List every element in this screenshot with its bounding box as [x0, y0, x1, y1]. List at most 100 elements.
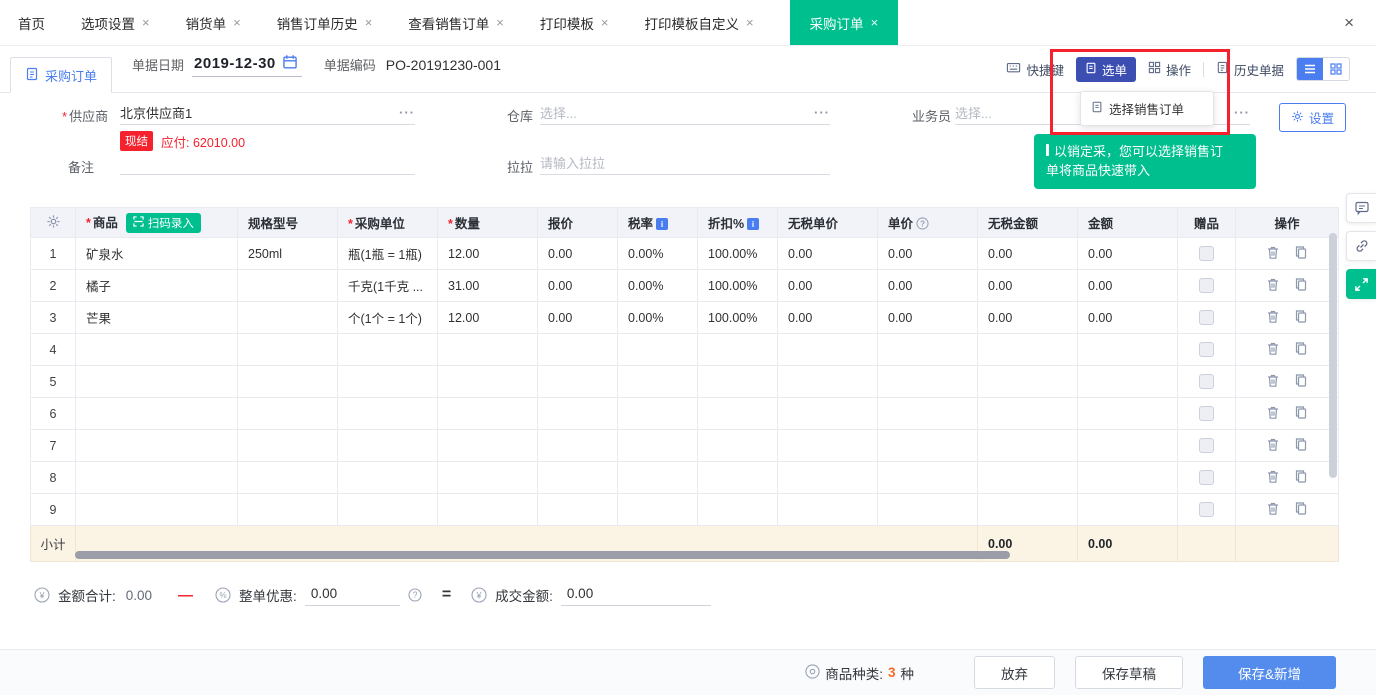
unit-cell[interactable]: [337, 365, 438, 398]
delete-row-icon[interactable]: [1266, 501, 1280, 519]
discount-cell[interactable]: [697, 461, 778, 494]
price-cell[interactable]: 0.00: [877, 237, 978, 270]
order-discount-input[interactable]: 0.00: [304, 584, 400, 606]
delete-row-icon[interactable]: [1266, 469, 1280, 487]
amount-cell[interactable]: 0.00: [1077, 301, 1178, 334]
price-cell[interactable]: [877, 365, 978, 398]
price-cell[interactable]: [877, 493, 978, 526]
price-cell[interactable]: 0.00: [877, 269, 978, 302]
spec-cell[interactable]: [237, 461, 338, 494]
spec-cell[interactable]: [237, 397, 338, 430]
window-tab[interactable]: 销售订单历史 ×: [277, 0, 373, 45]
price-cell[interactable]: [877, 461, 978, 494]
window-tab[interactable]: 销货单 ×: [186, 0, 241, 45]
qty-cell[interactable]: 31.00: [437, 269, 538, 302]
tax-rate-cell[interactable]: [617, 429, 698, 462]
discount-cell[interactable]: 100.00%: [697, 301, 778, 334]
quote-cell[interactable]: [537, 397, 618, 430]
spec-cell[interactable]: [237, 365, 338, 398]
copy-row-icon[interactable]: [1294, 469, 1308, 487]
amount-cell[interactable]: [1077, 397, 1178, 430]
copy-row-icon[interactable]: [1294, 309, 1308, 327]
grid-view-toggle[interactable]: [1323, 58, 1349, 80]
notax-price-cell[interactable]: [777, 493, 878, 526]
notax-amount-cell[interactable]: [977, 365, 1078, 398]
notax-amount-cell[interactable]: [977, 333, 1078, 366]
gift-checkbox[interactable]: [1199, 342, 1214, 358]
unit-cell[interactable]: 千克(1千克 ...: [337, 269, 438, 302]
notax-price-cell[interactable]: [777, 397, 878, 430]
product-cell[interactable]: [75, 461, 238, 494]
horizontal-scrollbar[interactable]: [75, 551, 1010, 559]
gear-icon[interactable]: [46, 214, 61, 232]
qty-cell[interactable]: [437, 429, 538, 462]
spec-cell[interactable]: [237, 301, 338, 334]
gift-checkbox[interactable]: [1199, 502, 1214, 518]
amount-cell[interactable]: [1077, 429, 1178, 462]
tab-close-icon[interactable]: ×: [233, 16, 241, 29]
tax-rate-cell[interactable]: 0.00%: [617, 301, 698, 334]
gift-checkbox[interactable]: [1199, 278, 1214, 294]
product-cell[interactable]: [75, 493, 238, 526]
spec-cell[interactable]: [237, 269, 338, 302]
delete-row-icon[interactable]: [1266, 373, 1280, 391]
gift-checkbox[interactable]: [1199, 470, 1214, 486]
product-cell[interactable]: [75, 429, 238, 462]
qty-cell[interactable]: [437, 397, 538, 430]
settings-button[interactable]: 设置: [1278, 103, 1346, 132]
unit-cell[interactable]: [337, 333, 438, 366]
lala-field[interactable]: 请输入拉拉: [540, 151, 830, 175]
tax-rate-cell[interactable]: [617, 365, 698, 398]
amount-cell[interactable]: [1077, 365, 1178, 398]
price-cell[interactable]: 0.00: [877, 301, 978, 334]
quote-cell[interactable]: 0.00: [537, 237, 618, 270]
discount-edit-icon[interactable]: i: [747, 217, 760, 233]
notax-price-cell[interactable]: [777, 333, 878, 366]
tax-rate-cell[interactable]: [617, 333, 698, 366]
quote-cell[interactable]: [537, 493, 618, 526]
discount-cell[interactable]: [697, 493, 778, 526]
close-all-icon[interactable]: ×: [1322, 13, 1376, 33]
discount-cell[interactable]: 100.00%: [697, 269, 778, 302]
question-icon[interactable]: ?: [408, 588, 422, 602]
spec-cell[interactable]: 250ml: [237, 237, 338, 270]
product-cell[interactable]: 芒果: [75, 301, 238, 334]
amount-cell[interactable]: [1077, 333, 1178, 366]
tax-rate-cell[interactable]: 0.00%: [617, 237, 698, 270]
qty-cell[interactable]: [437, 461, 538, 494]
notax-price-cell[interactable]: [777, 461, 878, 494]
tax-edit-icon[interactable]: i: [656, 217, 669, 233]
discount-cell[interactable]: 100.00%: [697, 237, 778, 270]
warehouse-field[interactable]: 选择... ···: [540, 101, 830, 125]
window-tab[interactable]: 选项设置 ×: [81, 0, 150, 45]
tab-close-icon[interactable]: ×: [365, 16, 373, 29]
price-cell[interactable]: [877, 333, 978, 366]
copy-row-icon[interactable]: [1294, 245, 1308, 263]
qty-cell[interactable]: [437, 333, 538, 366]
copy-row-icon[interactable]: [1294, 373, 1308, 391]
tax-rate-cell[interactable]: [617, 461, 698, 494]
tab-close-icon[interactable]: ×: [601, 16, 609, 29]
copy-row-icon[interactable]: [1294, 437, 1308, 455]
scan-entry-button[interactable]: 扫码录入: [125, 213, 201, 233]
save-draft-button[interactable]: 保存草稿: [1074, 656, 1183, 689]
amount-cell[interactable]: 0.00: [1077, 269, 1178, 302]
warehouse-more-icon[interactable]: ···: [814, 105, 830, 120]
copy-row-icon[interactable]: [1294, 341, 1308, 359]
product-cell[interactable]: [75, 333, 238, 366]
delete-row-icon[interactable]: [1266, 277, 1280, 295]
gift-checkbox[interactable]: [1199, 406, 1214, 422]
product-cell[interactable]: [75, 397, 238, 430]
notax-amount-cell[interactable]: 0.00: [977, 301, 1078, 334]
product-cell[interactable]: 橘子: [75, 269, 238, 302]
save-and-new-button[interactable]: 保存&新增: [1202, 656, 1336, 689]
supplier-field[interactable]: 北京供应商1 ···: [120, 101, 415, 125]
spec-cell[interactable]: [237, 493, 338, 526]
price-help-icon[interactable]: ?: [916, 216, 929, 233]
amount-cell[interactable]: [1077, 493, 1178, 526]
notax-price-cell[interactable]: [777, 365, 878, 398]
link-icon[interactable]: [1346, 231, 1376, 261]
gift-checkbox[interactable]: [1199, 310, 1214, 326]
tab-close-icon[interactable]: ×: [746, 16, 754, 29]
notax-amount-cell[interactable]: 0.00: [977, 237, 1078, 270]
